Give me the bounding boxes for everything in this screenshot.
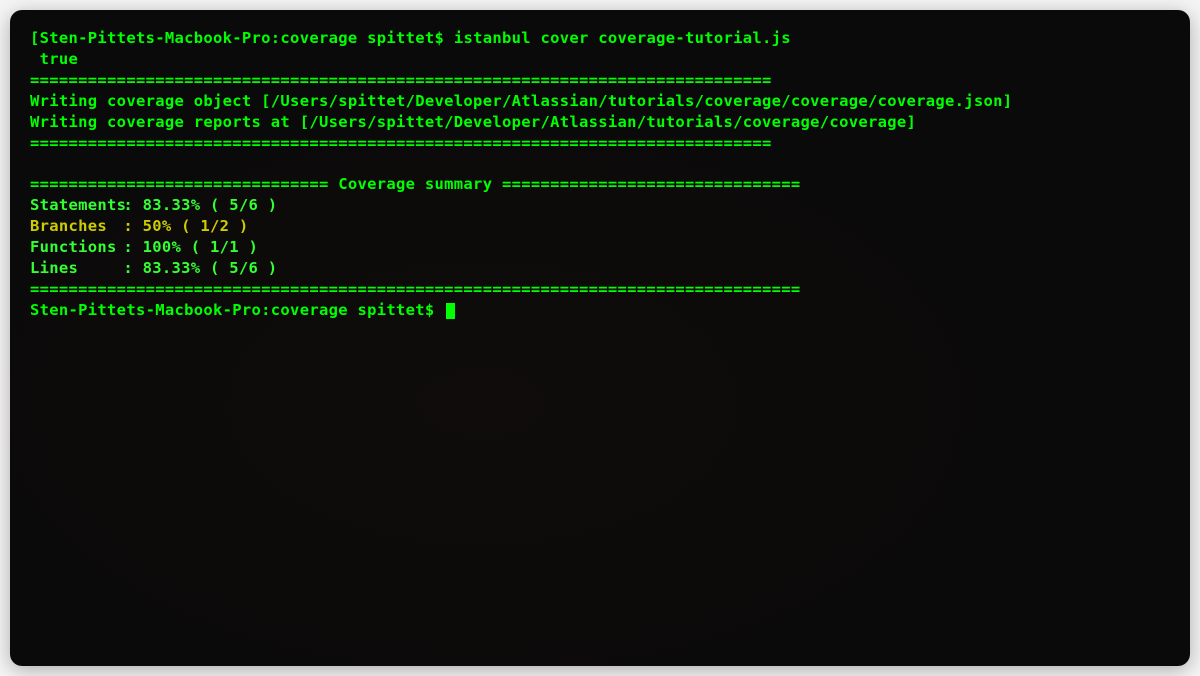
terminal-content: [Sten-Pittets-Macbook-Pro:coverage spitt… <box>30 28 1170 321</box>
divider-line: ========================================… <box>30 279 1170 300</box>
metric-lines: Lines: 83.33% ( 5/6 ) <box>30 258 1170 279</box>
blank-line <box>30 154 1170 175</box>
prompt-text: Sten-Pittets-Macbook-Pro:coverage spitte… <box>30 301 444 319</box>
metric-statements: Statements: 83.33% ( 5/6 ) <box>30 195 1170 216</box>
metric-functions: Functions: 100% ( 1/1 ) <box>30 237 1170 258</box>
prompt-line[interactable]: Sten-Pittets-Macbook-Pro:coverage spitte… <box>30 300 1170 321</box>
metric-value: : 83.33% ( 5/6 ) <box>123 259 277 277</box>
metric-value: : 50% ( 1/2 ) <box>123 217 248 235</box>
output-true: true <box>30 49 1170 70</box>
cursor-block <box>446 303 455 319</box>
prompt-text: [Sten-Pittets-Macbook-Pro:coverage spitt… <box>30 29 454 47</box>
command-line: [Sten-Pittets-Macbook-Pro:coverage spitt… <box>30 28 1170 49</box>
metric-label: Lines <box>30 258 123 279</box>
metric-label: Statements <box>30 195 123 216</box>
writing-coverage-object: Writing coverage object [/Users/spittet/… <box>30 91 1170 112</box>
metric-label: Functions <box>30 237 123 258</box>
metric-value: : 100% ( 1/1 ) <box>123 238 258 256</box>
metric-value: : 83.33% ( 5/6 ) <box>123 196 277 214</box>
divider-line: ========================================… <box>30 70 1170 91</box>
metric-branches: Branches: 50% ( 1/2 ) <box>30 216 1170 237</box>
divider-line: ========================================… <box>30 133 1170 154</box>
metric-label: Branches <box>30 216 123 237</box>
coverage-summary-header: =============================== Coverage… <box>30 174 1170 195</box>
writing-coverage-reports: Writing coverage reports at [/Users/spit… <box>30 112 1170 133</box>
typed-command: istanbul cover coverage-tutorial.js <box>454 29 791 47</box>
terminal-window[interactable]: [Sten-Pittets-Macbook-Pro:coverage spitt… <box>10 10 1190 666</box>
